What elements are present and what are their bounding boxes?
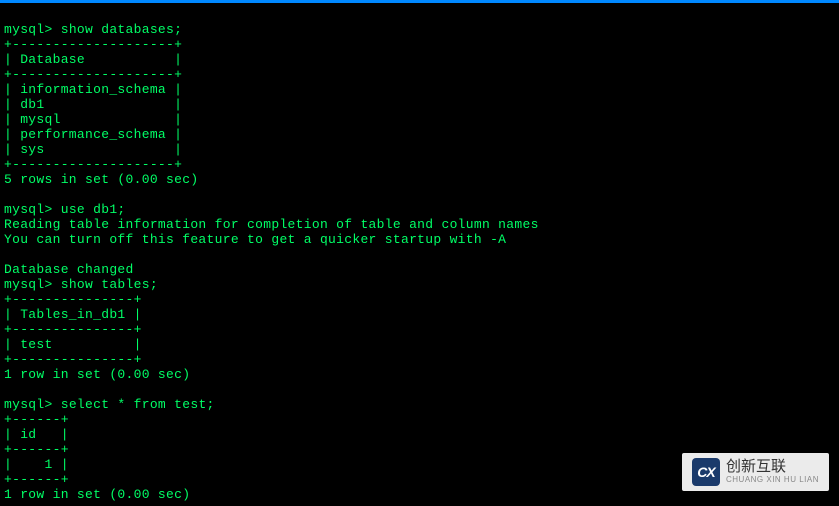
select-header: | id | [4,427,69,442]
prompt: mysql> [4,22,53,37]
select-footer: 1 row in set (0.00 sec) [4,487,190,502]
watermark-badge: CX 创新互联 CHUANG XIN HU LIAN [682,453,829,491]
watermark-logo-icon: CX [692,458,720,486]
watermark-main-text: 创新互联 [726,459,819,476]
command-use-db: use db1; [61,202,126,217]
select-border-mid: +------+ [4,442,69,457]
select-border-top: +------+ [4,412,69,427]
db-border-bot: +--------------------+ [4,157,182,172]
prompt: mysql> [4,202,53,217]
db-row: | mysql | [4,112,182,127]
select-border-bot: +------+ [4,472,69,487]
db-border-mid: +--------------------+ [4,67,182,82]
command-show-databases: show databases; [61,22,183,37]
prompt: mysql> [4,397,53,412]
db-row: | information_schema | [4,82,182,97]
tables-border-mid: +---------------+ [4,322,142,337]
select-row: | 1 | [4,457,69,472]
watermark-icon-text: CX [697,465,714,480]
watermark-sub-text: CHUANG XIN HU LIAN [726,476,819,485]
terminal-output[interactable]: mysql> show databases; +----------------… [0,3,839,506]
tables-header: | Tables_in_db1 | [4,307,142,322]
db-border-top: +--------------------+ [4,37,182,52]
use-output-3: Database changed [4,262,134,277]
watermark-text-block: 创新互联 CHUANG XIN HU LIAN [726,459,819,484]
db-footer: 5 rows in set (0.00 sec) [4,172,198,187]
tables-row: | test | [4,337,142,352]
command-select: select * from test; [61,397,215,412]
tables-border-top: +---------------+ [4,292,142,307]
command-show-tables: show tables; [61,277,158,292]
db-row: | performance_schema | [4,127,182,142]
db-row: | db1 | [4,97,182,112]
db-row: | sys | [4,142,182,157]
tables-footer: 1 row in set (0.00 sec) [4,367,190,382]
use-output-2: You can turn off this feature to get a q… [4,232,506,247]
db-header: | Database | [4,52,182,67]
tables-border-bot: +---------------+ [4,352,142,367]
prompt: mysql> [4,277,53,292]
use-output-1: Reading table information for completion… [4,217,539,232]
